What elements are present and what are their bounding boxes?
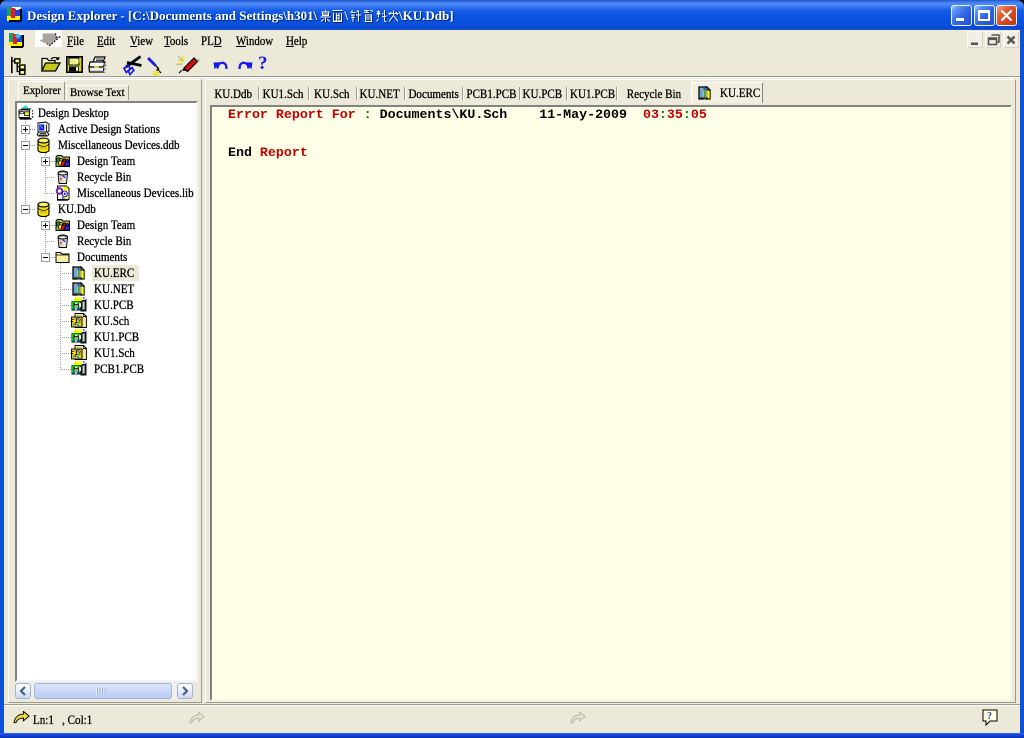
- svg-text:?: ?: [987, 711, 992, 722]
